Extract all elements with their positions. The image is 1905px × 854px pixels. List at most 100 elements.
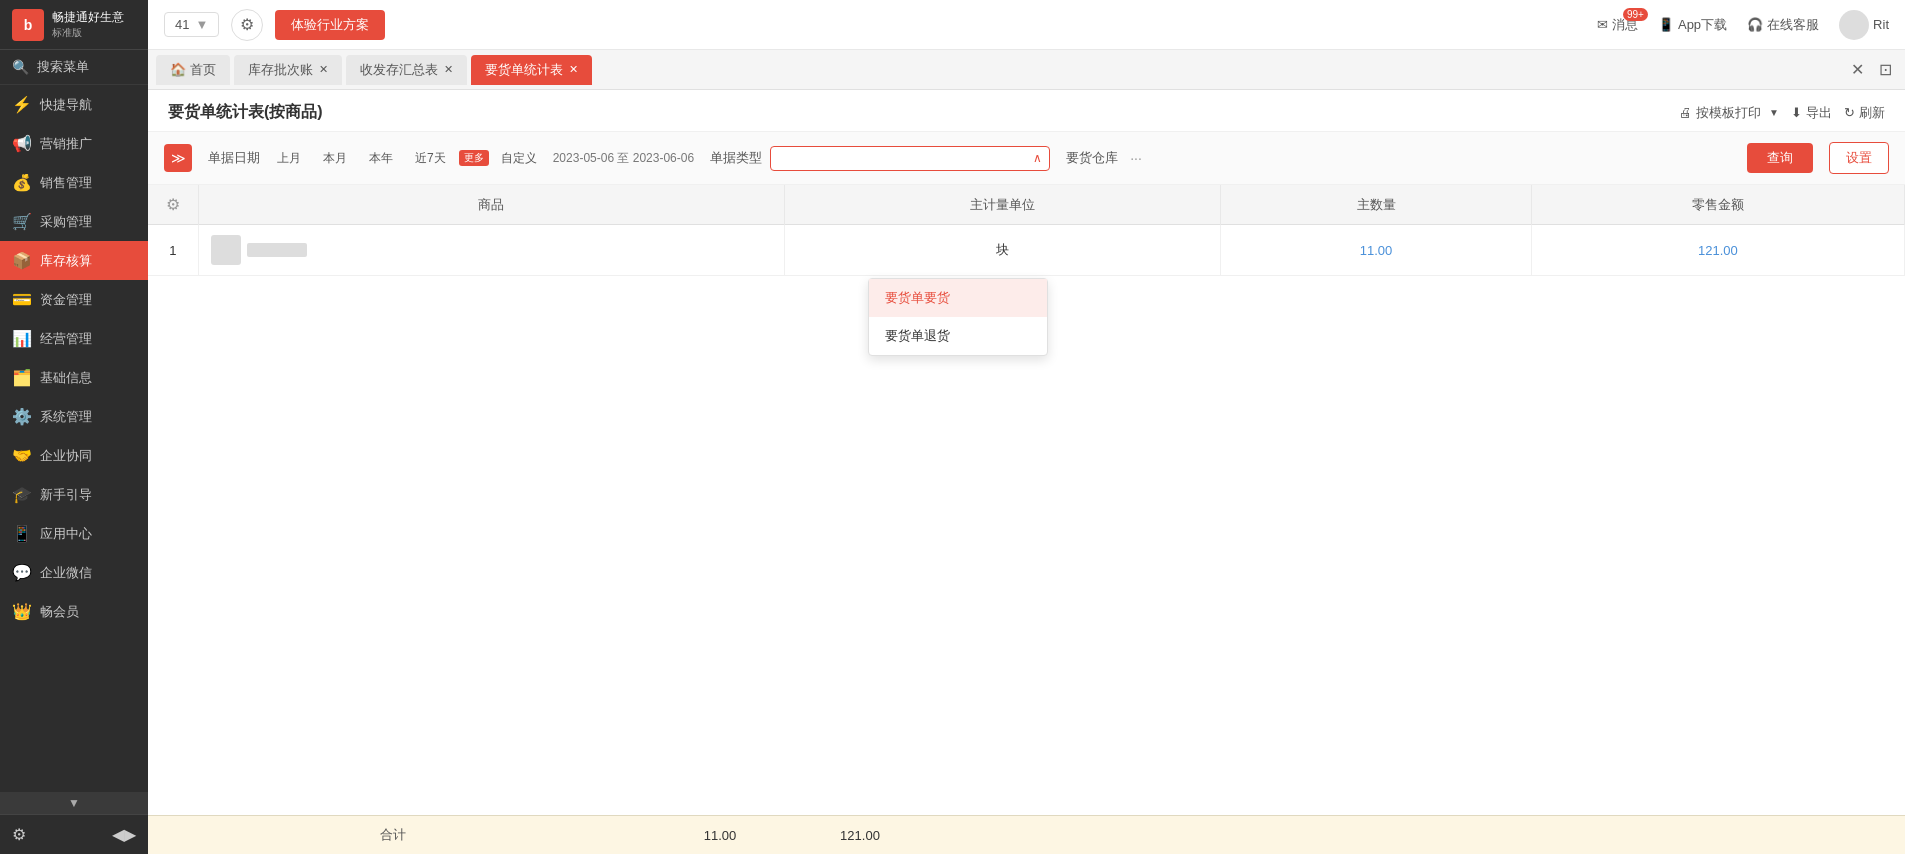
message-button[interactable]: ✉ 消息 99+ bbox=[1597, 16, 1638, 34]
tab-close-order-stat[interactable]: ✕ bbox=[569, 63, 578, 76]
product-image bbox=[211, 235, 241, 265]
col-amount: 零售金额 bbox=[1531, 185, 1904, 225]
date-range-buttons: 上月 本月 本年 近7天 更多 自定义 bbox=[268, 146, 545, 171]
sidebar-collapse-button[interactable]: ◀▶ bbox=[112, 825, 136, 844]
tab-batch-account[interactable]: 库存批次账 ✕ bbox=[234, 55, 342, 85]
table-header-row: ⚙ 商品 主计量单位 主数量 零售金额 bbox=[148, 185, 1905, 225]
sidebar-item-system[interactable]: ⚙️ 系统管理 bbox=[0, 397, 148, 436]
sidebar-item-operations[interactable]: 📊 经营管理 bbox=[0, 319, 148, 358]
header-right: ✉ 消息 99+ 📱 App下载 🎧 在线客服 Rit bbox=[1597, 10, 1889, 40]
row-amount[interactable]: 121.00 bbox=[1531, 225, 1904, 276]
avatar-image bbox=[1839, 10, 1869, 40]
date-filter-group: 单据日期 上月 本月 本年 近7天 更多 自定义 2023-05-06 至 20… bbox=[208, 146, 694, 171]
tab-close-batch-account[interactable]: ✕ bbox=[319, 63, 328, 76]
table-settings-icon[interactable]: ⚙ bbox=[166, 196, 180, 213]
warehouse-filter-label: 要货仓库 bbox=[1066, 149, 1118, 167]
filter-expand-button[interactable]: ≫ bbox=[164, 144, 192, 172]
expand-icon: ≫ bbox=[171, 150, 186, 166]
system-icon: ⚙️ bbox=[12, 407, 32, 426]
query-button[interactable]: 查询 bbox=[1747, 143, 1813, 173]
sidebar-item-marketing[interactable]: 📢 营销推广 bbox=[0, 124, 148, 163]
app-logo-text: 畅捷通好生意 标准版 bbox=[52, 10, 124, 39]
col-unit: 主计量单位 bbox=[785, 185, 1221, 225]
enterprise-icon: 🤝 bbox=[12, 446, 32, 465]
type-filter-arrow[interactable]: ∧ bbox=[1033, 151, 1042, 165]
sidebar-item-basic-info[interactable]: 🗂️ 基础信息 bbox=[0, 358, 148, 397]
last-7-days-button[interactable]: 近7天 bbox=[406, 146, 455, 171]
sidebar-item-enterprise[interactable]: 🤝 企业协同 bbox=[0, 436, 148, 475]
page-actions: 🖨 按模板打印 ▼ ⬇ 导出 ↻ 刷新 bbox=[1679, 104, 1885, 122]
header-gear-button[interactable]: ⚙ bbox=[231, 9, 263, 41]
tab-maximize-button[interactable]: ⊡ bbox=[1873, 58, 1897, 82]
sidebar-items: ⚡ 快捷导航 📢 营销推广 💰 销售管理 🛒 采购管理 📦 库存核算 💳 资金管… bbox=[0, 85, 148, 792]
tab-close-all-button[interactable]: ✕ bbox=[1845, 58, 1869, 82]
online-service-button[interactable]: 🎧 在线客服 bbox=[1747, 16, 1819, 34]
gear-icon: ⚙ bbox=[240, 15, 254, 34]
export-button[interactable]: ⬇ 导出 bbox=[1791, 104, 1832, 122]
last-month-button[interactable]: 上月 bbox=[268, 146, 310, 171]
search-icon: 🔍 bbox=[12, 59, 29, 75]
footer-total-row: 合计 11.00 121.00 bbox=[148, 815, 1905, 854]
dropdown-item-order-return[interactable]: 要货单退货 bbox=[869, 317, 1047, 355]
sidebar-search[interactable]: 🔍 搜索菜单 bbox=[0, 50, 148, 85]
settings-footer-icon[interactable]: ⚙ bbox=[12, 825, 26, 844]
refresh-button[interactable]: ↻ 刷新 bbox=[1844, 104, 1885, 122]
row-quantity[interactable]: 11.00 bbox=[1221, 225, 1531, 276]
sidebar-item-guide[interactable]: 🎓 新手引导 bbox=[0, 475, 148, 514]
this-month-button[interactable]: 本月 bbox=[314, 146, 356, 171]
tabs-bar: 🏠 首页 库存批次账 ✕ 收发存汇总表 ✕ 要货单统计表 ✕ ✕ ⊡ bbox=[148, 50, 1905, 90]
inventory-icon: 📦 bbox=[12, 251, 32, 270]
sales-icon: 💰 bbox=[12, 173, 32, 192]
type-filter-group: 单据类型 ∧ bbox=[710, 146, 1050, 171]
sidebar-scroll-down[interactable]: ▼ bbox=[0, 792, 148, 814]
total-label: 合计 bbox=[380, 826, 560, 844]
sidebar-item-sales[interactable]: 💰 销售管理 bbox=[0, 163, 148, 202]
sidebar-item-member[interactable]: 👑 畅会员 bbox=[0, 592, 148, 631]
tab-receipt-summary[interactable]: 收发存汇总表 ✕ bbox=[346, 55, 467, 85]
top-header: 41 ▼ ⚙ 体验行业方案 ✉ 消息 99+ 📱 App下载 🎧 在线客服 bbox=[148, 0, 1905, 50]
warehouse-more-button[interactable]: ··· bbox=[1130, 150, 1142, 166]
user-avatar[interactable]: Rit bbox=[1839, 10, 1889, 40]
page-title: 要货单统计表(按商品) bbox=[168, 102, 323, 123]
date-range-display: 2023-05-06 至 2023-06-06 bbox=[553, 150, 694, 167]
print-button[interactable]: 🖨 按模板打印 ▼ bbox=[1679, 104, 1779, 122]
sidebar-item-inventory[interactable]: 📦 库存核算 bbox=[0, 241, 148, 280]
warehouse-filter-group: 要货仓库 ··· bbox=[1066, 149, 1142, 167]
total-quantity: 11.00 bbox=[680, 828, 760, 843]
row-product bbox=[198, 225, 785, 276]
sidebar-item-finance[interactable]: 💳 资金管理 bbox=[0, 280, 148, 319]
table-row: 1 块 11.00 121.00 bbox=[148, 225, 1905, 276]
custom-date-button[interactable]: 自定义 bbox=[493, 147, 545, 170]
scroll-down-icon: ▼ bbox=[68, 796, 80, 810]
marketing-icon: 📢 bbox=[12, 134, 32, 153]
data-table: ⚙ 商品 主计量单位 主数量 零售金额 1 bbox=[148, 185, 1905, 276]
sidebar-item-app-center[interactable]: 📱 应用中心 bbox=[0, 514, 148, 553]
print-icon: 🖨 bbox=[1679, 105, 1692, 120]
settings-button[interactable]: 设置 bbox=[1829, 142, 1889, 174]
refresh-icon: ↻ bbox=[1844, 105, 1855, 120]
type-filter-dropdown: 要货单要货 要货单退货 bbox=[868, 278, 1048, 356]
sidebar-item-purchase[interactable]: 🛒 采购管理 bbox=[0, 202, 148, 241]
tab-close-receipt-summary[interactable]: ✕ bbox=[444, 63, 453, 76]
this-year-button[interactable]: 本年 bbox=[360, 146, 402, 171]
dropdown-item-order-goods[interactable]: 要货单要货 bbox=[869, 279, 1047, 317]
date-more-badge[interactable]: 更多 bbox=[459, 150, 489, 166]
sidebar-item-quick-nav[interactable]: ⚡ 快捷导航 bbox=[0, 85, 148, 124]
filter-bar: ≫ 单据日期 上月 本月 本年 近7天 更多 自定义 2023-05-06 至 … bbox=[148, 132, 1905, 185]
tab-home[interactable]: 🏠 首页 bbox=[156, 55, 230, 85]
main-content: 41 ▼ ⚙ 体验行业方案 ✉ 消息 99+ 📱 App下载 🎧 在线客服 bbox=[148, 0, 1905, 854]
sidebar: b 畅捷通好生意 标准版 🔍 搜索菜单 ⚡ 快捷导航 📢 营销推广 💰 销售管理… bbox=[0, 0, 148, 854]
type-filter-label: 单据类型 bbox=[710, 149, 762, 167]
home-icon: 🏠 bbox=[170, 62, 186, 77]
type-filter-input[interactable] bbox=[770, 146, 1050, 171]
tab-order-stat[interactable]: 要货单统计表 ✕ bbox=[471, 55, 592, 85]
try-industry-button[interactable]: 体验行业方案 bbox=[275, 10, 385, 40]
col-settings[interactable]: ⚙ bbox=[148, 185, 198, 225]
product-name bbox=[247, 243, 307, 257]
store-selector[interactable]: 41 ▼ bbox=[164, 12, 219, 37]
row-seq: 1 bbox=[148, 225, 198, 276]
sidebar-item-wechat[interactable]: 💬 企业微信 bbox=[0, 553, 148, 592]
guide-icon: 🎓 bbox=[12, 485, 32, 504]
app-download-button[interactable]: 📱 App下载 bbox=[1658, 16, 1727, 34]
message-icon: ✉ bbox=[1597, 17, 1608, 32]
